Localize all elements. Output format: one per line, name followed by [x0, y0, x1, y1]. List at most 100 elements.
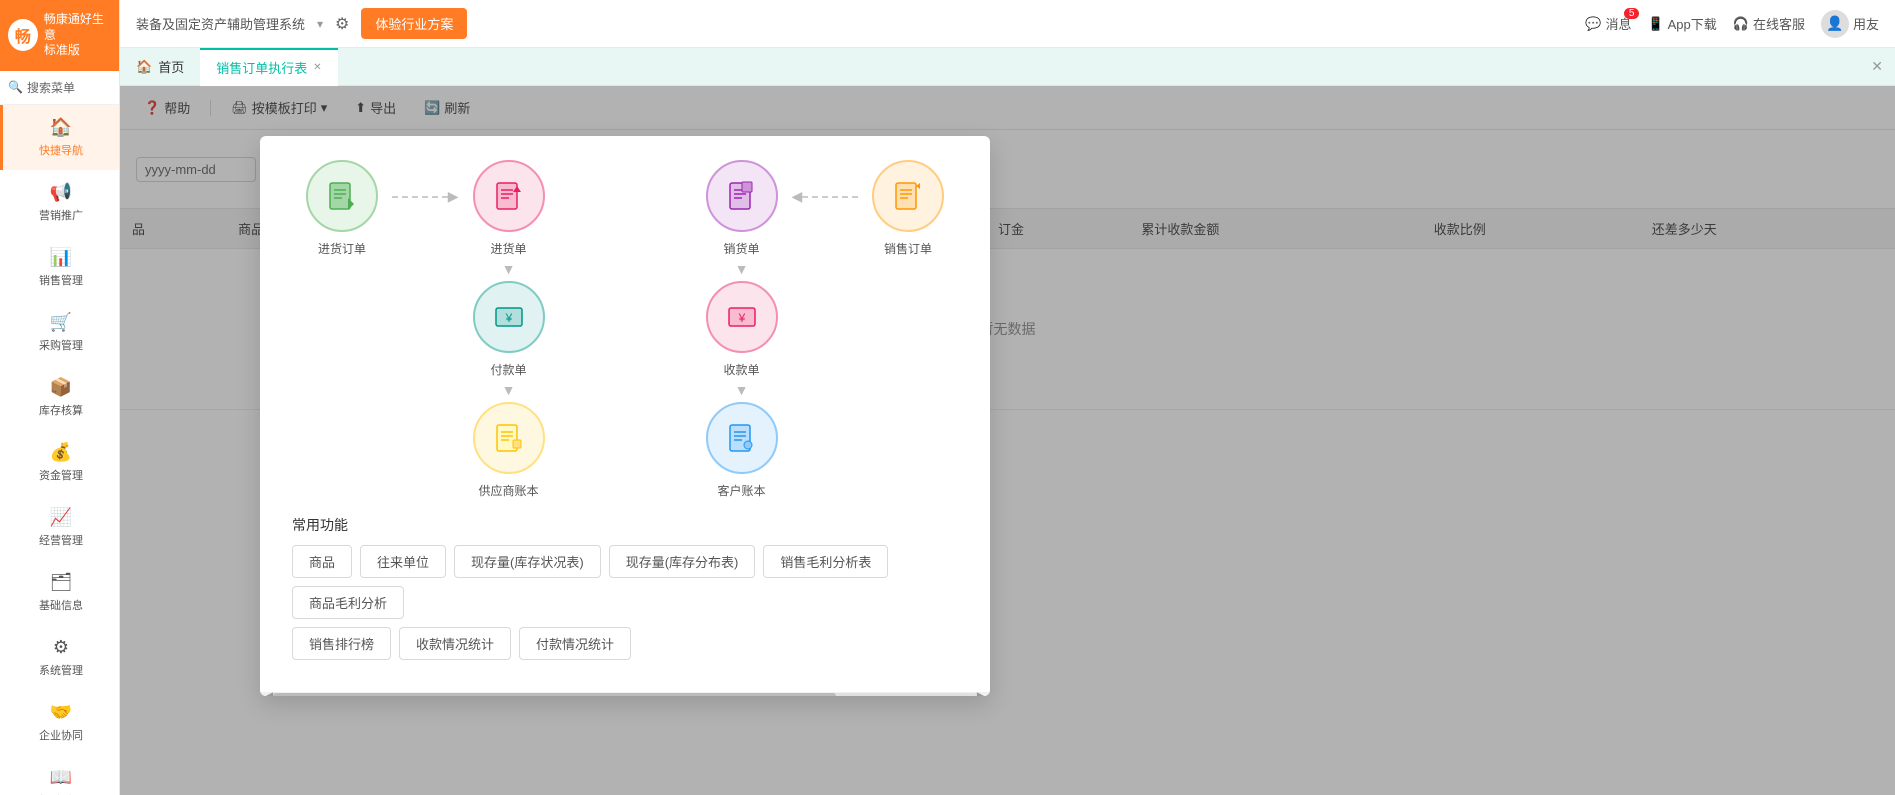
sidebar-logo: 畅 畅康通好生意 标准版: [0, 0, 119, 71]
tab-home-label: 首页: [158, 57, 184, 76]
quick-btn-sales-rank[interactable]: 销售排行榜: [292, 627, 391, 660]
quick-btn-product-margin[interactable]: 商品毛利分析: [292, 586, 404, 619]
operations-icon: 📈: [50, 507, 72, 528]
sidebar-item-purchase[interactable]: 🛒 采购管理: [0, 300, 119, 365]
sidebar-item-label: 采购管理: [39, 337, 83, 353]
main-area: 装备及固定资产辅助管理系统 ▾ ⚙ 体验行业方案 💬 5 消息 📱 App下载 …: [120, 0, 1895, 795]
purchase-icon: 🛒: [50, 312, 72, 333]
sidebar-item-label: 资金管理: [39, 467, 83, 483]
sidebar-item-label: 快捷导航: [39, 142, 83, 158]
search-menu[interactable]: 🔍 搜索菜单: [0, 71, 119, 105]
message-action[interactable]: 💬 5 消息: [1585, 14, 1631, 33]
tab-panel-close-btn[interactable]: ✕: [1859, 58, 1895, 75]
tab-close-icon[interactable]: ✕: [313, 62, 321, 73]
purchase-order-icon: [324, 178, 360, 214]
search-menu-label: 搜索菜单: [27, 79, 75, 96]
modal-overlay[interactable]: 进货订单 ▶: [120, 86, 1895, 795]
user-action[interactable]: 👤 用友: [1821, 10, 1879, 38]
sidebar-item-finance[interactable]: 💰 资金管理: [0, 430, 119, 495]
basics-icon: 🗂: [50, 572, 73, 593]
app-label: App下载: [1668, 14, 1717, 33]
flow-customer-ledger[interactable]: 客户账本: [692, 402, 792, 499]
receipt-bill-circle: ¥: [706, 281, 778, 353]
sidebar-nav: 🏠 快捷导航 📢 营销推广 📊 销售管理 🛒 采购管理 📦 库存核算 💰: [0, 105, 119, 795]
payment-bill-label: 付款单: [490, 361, 526, 378]
flow-purchase-order[interactable]: 进货订单: [292, 160, 392, 257]
sales-bill-icon: [724, 178, 760, 214]
topbar: 装备及固定资产辅助管理系统 ▾ ⚙ 体验行业方案 💬 5 消息 📱 App下载 …: [120, 0, 1895, 48]
sidebar-item-collab[interactable]: 🤝 企业协同: [0, 690, 119, 755]
scroll-left-icon[interactable]: ◀: [264, 689, 273, 696]
purchase-bill-label: 进货单: [490, 240, 526, 257]
avatar: 👤: [1821, 10, 1849, 38]
purchase-order-circle: [306, 160, 378, 232]
quick-btn-sales-margin[interactable]: 销售毛利分析表: [763, 545, 888, 578]
supplier-ledger-label: 供应商账本: [478, 482, 538, 499]
sidebar-item-operations[interactable]: 📈 经营管理: [0, 495, 119, 560]
flow-payment-bill[interactable]: ¥ 付款单: [459, 281, 559, 378]
sidebar-item-label: 企业协同: [39, 727, 83, 743]
flow-receipt-bill[interactable]: ¥ 收款单: [692, 281, 792, 378]
purchase-bill-icon: [491, 178, 527, 214]
logo-text: 畅康通好生意 标准版: [44, 12, 111, 59]
customer-ledger-circle: [706, 402, 778, 474]
sidebar-item-label: 销售管理: [39, 272, 83, 288]
quick-btn-partner[interactable]: 往来单位: [360, 545, 446, 578]
sidebar-item-sales[interactable]: 📊 销售管理: [0, 235, 119, 300]
experience-btn[interactable]: 体验行业方案: [361, 8, 467, 39]
system-icon: ⚙: [53, 637, 69, 658]
customer-ledger-label: 客户账本: [717, 482, 765, 499]
sidebar-item-system[interactable]: ⚙ 系统管理: [0, 625, 119, 690]
scrollbar-thumb[interactable]: [273, 693, 836, 696]
modal-scrollbar[interactable]: ◀ ▶: [260, 692, 990, 696]
app-download-action[interactable]: 📱 App下载: [1647, 14, 1716, 33]
sidebar-item-label: 基础信息: [39, 597, 83, 613]
modal-flow: 进货订单 ▶: [260, 136, 990, 692]
quick-btn-stock-status[interactable]: 现存量(库存状况表): [454, 545, 601, 578]
message-badge: 5: [1624, 8, 1640, 19]
support-icon: 🎧: [1733, 16, 1749, 32]
sidebar: 畅 畅康通好生意 标准版 🔍 搜索菜单 🏠 快捷导航 📢 营销推广 📊 销售管理: [0, 0, 120, 795]
sidebar-item-label: 营销推广: [39, 207, 83, 223]
marketing-icon: 📢: [50, 182, 72, 203]
quick-btn-stock-dist[interactable]: 现存量(库存分布表): [609, 545, 756, 578]
support-action[interactable]: 🎧 在线客服: [1733, 14, 1805, 33]
tab-sales-order-label: 销售订单执行表: [216, 58, 307, 77]
inventory-icon: 📦: [50, 377, 72, 398]
settings-icon[interactable]: ⚙: [335, 14, 349, 34]
tabs-bar: 🏠 首页 销售订单执行表 ✕ ✕: [120, 48, 1895, 86]
sidebar-item-inventory[interactable]: 📦 库存核算: [0, 365, 119, 430]
sidebar-item-label: 经营管理: [39, 532, 83, 548]
sales-order-label: 销售订单: [884, 240, 932, 257]
supplier-ledger-circle: [473, 402, 545, 474]
quick-functions-title: 常用功能: [292, 515, 958, 535]
sales-bill-circle: [706, 160, 778, 232]
sidebar-item-basics[interactable]: 🗂 基础信息: [0, 560, 119, 625]
sales-icon: 📊: [50, 247, 72, 268]
quick-btn-receipt-stats[interactable]: 收款情况统计: [399, 627, 511, 660]
support-label: 在线客服: [1753, 14, 1805, 33]
quick-buttons-row1: 商品 往来单位 现存量(库存状况表) 现存量(库存分布表) 销售毛利分析表 商品…: [292, 545, 958, 619]
sidebar-item-guide[interactable]: 📖 新手引导: [0, 755, 119, 795]
quick-btn-payment-stats[interactable]: 付款情况统计: [519, 627, 631, 660]
sidebar-item-quick-nav[interactable]: 🏠 快捷导航: [0, 105, 119, 170]
scroll-right-icon[interactable]: ▶: [977, 689, 986, 696]
sidebar-item-label: 库存核算: [39, 402, 83, 418]
flow-purchase-bill[interactable]: 进货单: [459, 160, 559, 257]
tab-home[interactable]: 🏠 首页: [120, 48, 200, 86]
flow-supplier-ledger[interactable]: 供应商账本: [459, 402, 559, 499]
flow-sales-bill[interactable]: 销货单: [692, 160, 792, 257]
system-name: 装备及固定资产辅助管理系统: [136, 14, 305, 33]
purchase-order-label: 进货订单: [318, 240, 366, 257]
topbar-chevron-icon: ▾: [317, 17, 323, 31]
flow-sales-order[interactable]: 销售订单: [858, 160, 958, 257]
scrollbar-track[interactable]: [273, 693, 977, 696]
svg-text:¥: ¥: [504, 311, 512, 325]
quick-btn-product[interactable]: 商品: [292, 545, 352, 578]
home-icon: 🏠: [136, 59, 152, 75]
sidebar-item-marketing[interactable]: 📢 营销推广: [0, 170, 119, 235]
payment-icon: ¥: [491, 299, 527, 335]
tab-sales-order-exec[interactable]: 销售订单执行表 ✕: [200, 48, 337, 86]
purchase-bill-circle: [473, 160, 545, 232]
finance-icon: 💰: [50, 442, 72, 463]
